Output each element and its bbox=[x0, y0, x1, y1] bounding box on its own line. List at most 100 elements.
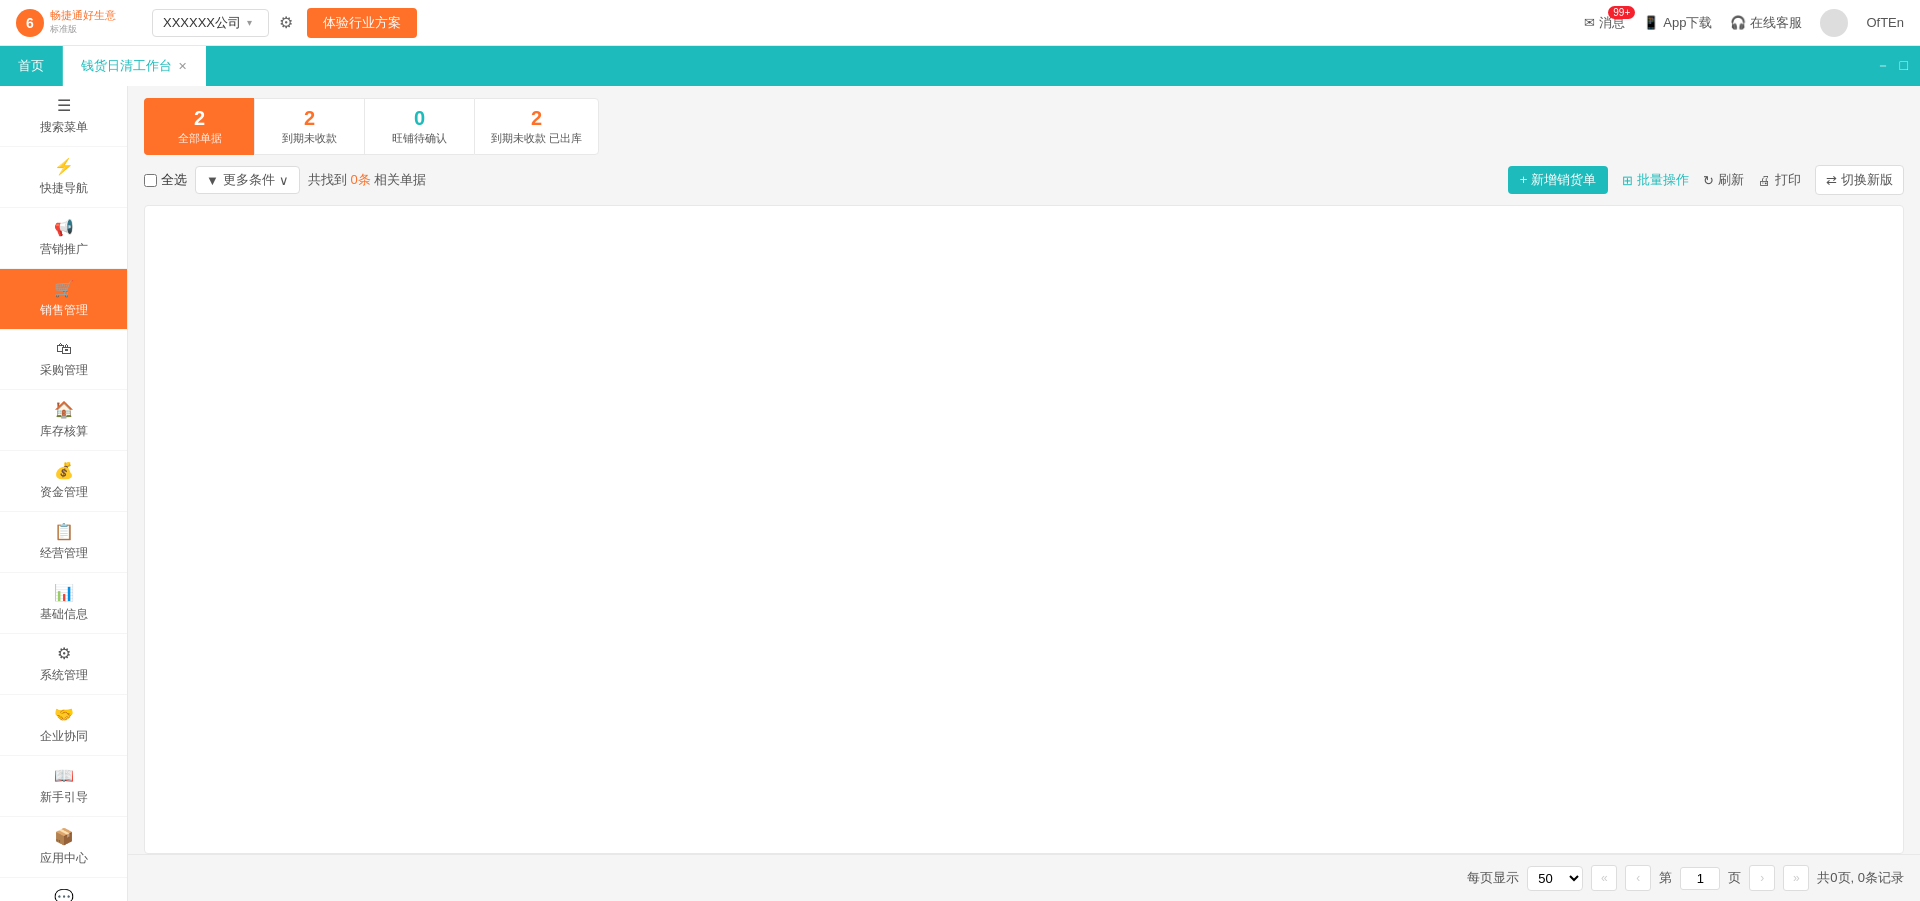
filter-label: 更多条件 bbox=[223, 171, 275, 189]
sidebar-item-enterprise-wechat[interactable]: 💬 企业微信 bbox=[0, 878, 127, 901]
status-tab-all-count: 2 bbox=[161, 107, 238, 130]
online-service-label: 在线客服 bbox=[1750, 14, 1802, 32]
sidebar-system-label: 系统管理 bbox=[40, 667, 88, 684]
sidebar-item-basic-info[interactable]: 📊 基础信息 bbox=[0, 573, 127, 634]
sidebar-item-quicknav[interactable]: ⚡ 快捷导航 bbox=[0, 147, 127, 208]
switch-icon: ⇄ bbox=[1826, 173, 1837, 188]
sidebar-sales-label: 销售管理 bbox=[40, 302, 88, 319]
avatar[interactable] bbox=[1820, 9, 1848, 37]
result-info: 共找到 0条 相关单据 bbox=[308, 171, 426, 189]
refresh-icon: ↻ bbox=[1703, 173, 1714, 188]
sidebar-inventory-label: 库存核算 bbox=[40, 423, 88, 440]
tab-maximize-icon[interactable]: □ bbox=[1900, 57, 1908, 75]
app-download-label: App下载 bbox=[1663, 14, 1712, 32]
settings-icon[interactable]: ⚙ bbox=[279, 13, 293, 32]
per-page-label: 每页显示 bbox=[1467, 869, 1519, 887]
status-tab-wangpu[interactable]: 0 旺铺待确认 bbox=[364, 98, 474, 155]
message-btn[interactable]: ✉ 消息 99+ bbox=[1584, 14, 1625, 32]
next-page-button[interactable]: › bbox=[1749, 865, 1775, 891]
tab-home-label: 首页 bbox=[18, 57, 44, 75]
basic-info-icon: 📊 bbox=[54, 583, 74, 602]
page-input[interactable] bbox=[1680, 867, 1720, 890]
inventory-icon: 🏠 bbox=[54, 400, 74, 419]
prev-page-button[interactable]: ‹ bbox=[1625, 865, 1651, 891]
header-right: ✉ 消息 99+ 📱 App下载 🎧 在线客服 OfTEn bbox=[1584, 9, 1904, 37]
message-badge: 99+ bbox=[1608, 6, 1635, 19]
select-all-checkbox[interactable]: 全选 bbox=[144, 171, 187, 189]
toolbar: 全选 ▼ 更多条件 ∨ 共找到 0条 相关单据 + 新增销货单 ⊞ 批量操作 bbox=[128, 155, 1920, 205]
sidebar-marketing-label: 营销推广 bbox=[40, 241, 88, 258]
company-name: XXXXXX公司 bbox=[163, 14, 241, 32]
sidebar-item-sales[interactable]: 🛒 销售管理 bbox=[0, 269, 127, 330]
avatar-name[interactable]: OfTEn bbox=[1866, 15, 1904, 30]
top-header: 6 畅捷通好生意 标准版 XXXXXX公司 ▾ ⚙ 体验行业方案 ✉ 消息 99… bbox=[0, 0, 1920, 46]
company-selector[interactable]: XXXXXX公司 ▾ bbox=[152, 9, 269, 37]
sidebar-item-inventory[interactable]: 🏠 库存核算 bbox=[0, 390, 127, 451]
result-suffix: 相关单据 bbox=[374, 172, 426, 187]
add-sales-order-button[interactable]: + 新增销货单 bbox=[1508, 166, 1608, 194]
table-area bbox=[144, 205, 1904, 854]
status-tab-overdue[interactable]: 2 到期未收款 bbox=[254, 98, 364, 155]
app-center-icon: 📦 bbox=[54, 827, 74, 846]
online-service-btn[interactable]: 🎧 在线客服 bbox=[1730, 14, 1802, 32]
tab-close-icon[interactable]: ✕ bbox=[178, 60, 187, 73]
sidebar-item-operations[interactable]: 📋 经营管理 bbox=[0, 512, 127, 573]
last-page-button[interactable]: » bbox=[1783, 865, 1809, 891]
tab-minimize-icon[interactable]: － bbox=[1876, 57, 1890, 75]
per-page-select[interactable]: 50 10 20 100 bbox=[1527, 866, 1583, 891]
app-download-btn[interactable]: 📱 App下载 bbox=[1643, 14, 1712, 32]
finance-icon: 💰 bbox=[54, 461, 74, 480]
print-button[interactable]: 🖨 打印 bbox=[1758, 171, 1801, 189]
status-tab-all-desc: 全部单据 bbox=[178, 132, 222, 144]
status-tab-overdue-shipped-count: 2 bbox=[491, 107, 582, 130]
filter-button[interactable]: ▼ 更多条件 ∨ bbox=[195, 166, 300, 194]
print-icon: 🖨 bbox=[1758, 173, 1771, 188]
select-all-input[interactable] bbox=[144, 174, 157, 187]
status-tabs: 2 全部单据 2 到期未收款 0 旺铺待确认 2 到期未收款 已出库 bbox=[128, 86, 1920, 155]
logo-text: 畅捷通好生意 bbox=[50, 9, 116, 22]
sidebar-basic-info-label: 基础信息 bbox=[40, 606, 88, 623]
logo-icon: 6 bbox=[16, 9, 44, 37]
sidebar-finance-label: 资金管理 bbox=[40, 484, 88, 501]
logo-text-area: 畅捷通好生意 标准版 bbox=[50, 9, 116, 35]
first-page-button[interactable]: « bbox=[1591, 865, 1617, 891]
sales-icon: 🛒 bbox=[54, 279, 74, 298]
trial-button[interactable]: 体验行业方案 bbox=[307, 8, 417, 38]
sidebar-item-system[interactable]: ⚙ 系统管理 bbox=[0, 634, 127, 695]
tab-bar-right: － □ bbox=[1876, 57, 1920, 75]
sidebar-guide-label: 新手引导 bbox=[40, 789, 88, 806]
page-suffix: 页 bbox=[1728, 869, 1741, 887]
sidebar-operations-label: 经营管理 bbox=[40, 545, 88, 562]
content-area: 2 全部单据 2 到期未收款 0 旺铺待确认 2 到期未收款 已出库 全选 bbox=[128, 86, 1920, 901]
result-prefix: 共找到 bbox=[308, 172, 347, 187]
sidebar-item-marketing[interactable]: 📢 营销推广 bbox=[0, 208, 127, 269]
sidebar-item-app-center[interactable]: 📦 应用中心 bbox=[0, 817, 127, 878]
sidebar-item-finance[interactable]: 💰 资金管理 bbox=[0, 451, 127, 512]
quicknav-icon: ⚡ bbox=[54, 157, 74, 176]
batch-operation-button[interactable]: ⊞ 批量操作 bbox=[1622, 171, 1689, 189]
switch-new-version-button[interactable]: ⇄ 切换新版 bbox=[1815, 165, 1904, 195]
tab-work-bench-label: 钱货日清工作台 bbox=[81, 57, 172, 75]
status-tab-wangpu-count: 0 bbox=[381, 107, 458, 130]
tab-home[interactable]: 首页 bbox=[0, 46, 63, 86]
operations-icon: 📋 bbox=[54, 522, 74, 541]
page-label: 第 bbox=[1659, 869, 1672, 887]
status-tab-overdue-shipped-desc: 到期未收款 已出库 bbox=[491, 132, 582, 144]
enterprise-collab-icon: 🤝 bbox=[54, 705, 74, 724]
toolbar-right: + 新增销货单 ⊞ 批量操作 ↻ 刷新 🖨 打印 ⇄ 切换新版 bbox=[1508, 165, 1904, 195]
sidebar-item-purchase[interactable]: 🛍 采购管理 bbox=[0, 330, 127, 390]
result-count: 0条 bbox=[351, 172, 371, 187]
status-tab-overdue-shipped[interactable]: 2 到期未收款 已出库 bbox=[474, 98, 599, 155]
marketing-icon: 📢 bbox=[54, 218, 74, 237]
sidebar-item-guide[interactable]: 📖 新手引导 bbox=[0, 756, 127, 817]
status-tab-all[interactable]: 2 全部单据 bbox=[144, 98, 254, 155]
sidebar-item-search[interactable]: ☰ 搜索菜单 bbox=[0, 86, 127, 147]
main-layout: ☰ 搜索菜单 ⚡ 快捷导航 📢 营销推广 🛒 销售管理 🛍 采购管理 🏠 库存核… bbox=[0, 86, 1920, 901]
app-download-icon: 📱 bbox=[1643, 15, 1659, 30]
tab-work-bench[interactable]: 钱货日清工作台 ✕ bbox=[63, 46, 206, 86]
sidebar-purchase-label: 采购管理 bbox=[40, 362, 88, 379]
tab-bar: 首页 钱货日清工作台 ✕ － □ bbox=[0, 46, 1920, 86]
refresh-button[interactable]: ↻ 刷新 bbox=[1703, 171, 1744, 189]
batch-icon: ⊞ bbox=[1622, 173, 1633, 188]
sidebar-item-enterprise-collab[interactable]: 🤝 企业协同 bbox=[0, 695, 127, 756]
